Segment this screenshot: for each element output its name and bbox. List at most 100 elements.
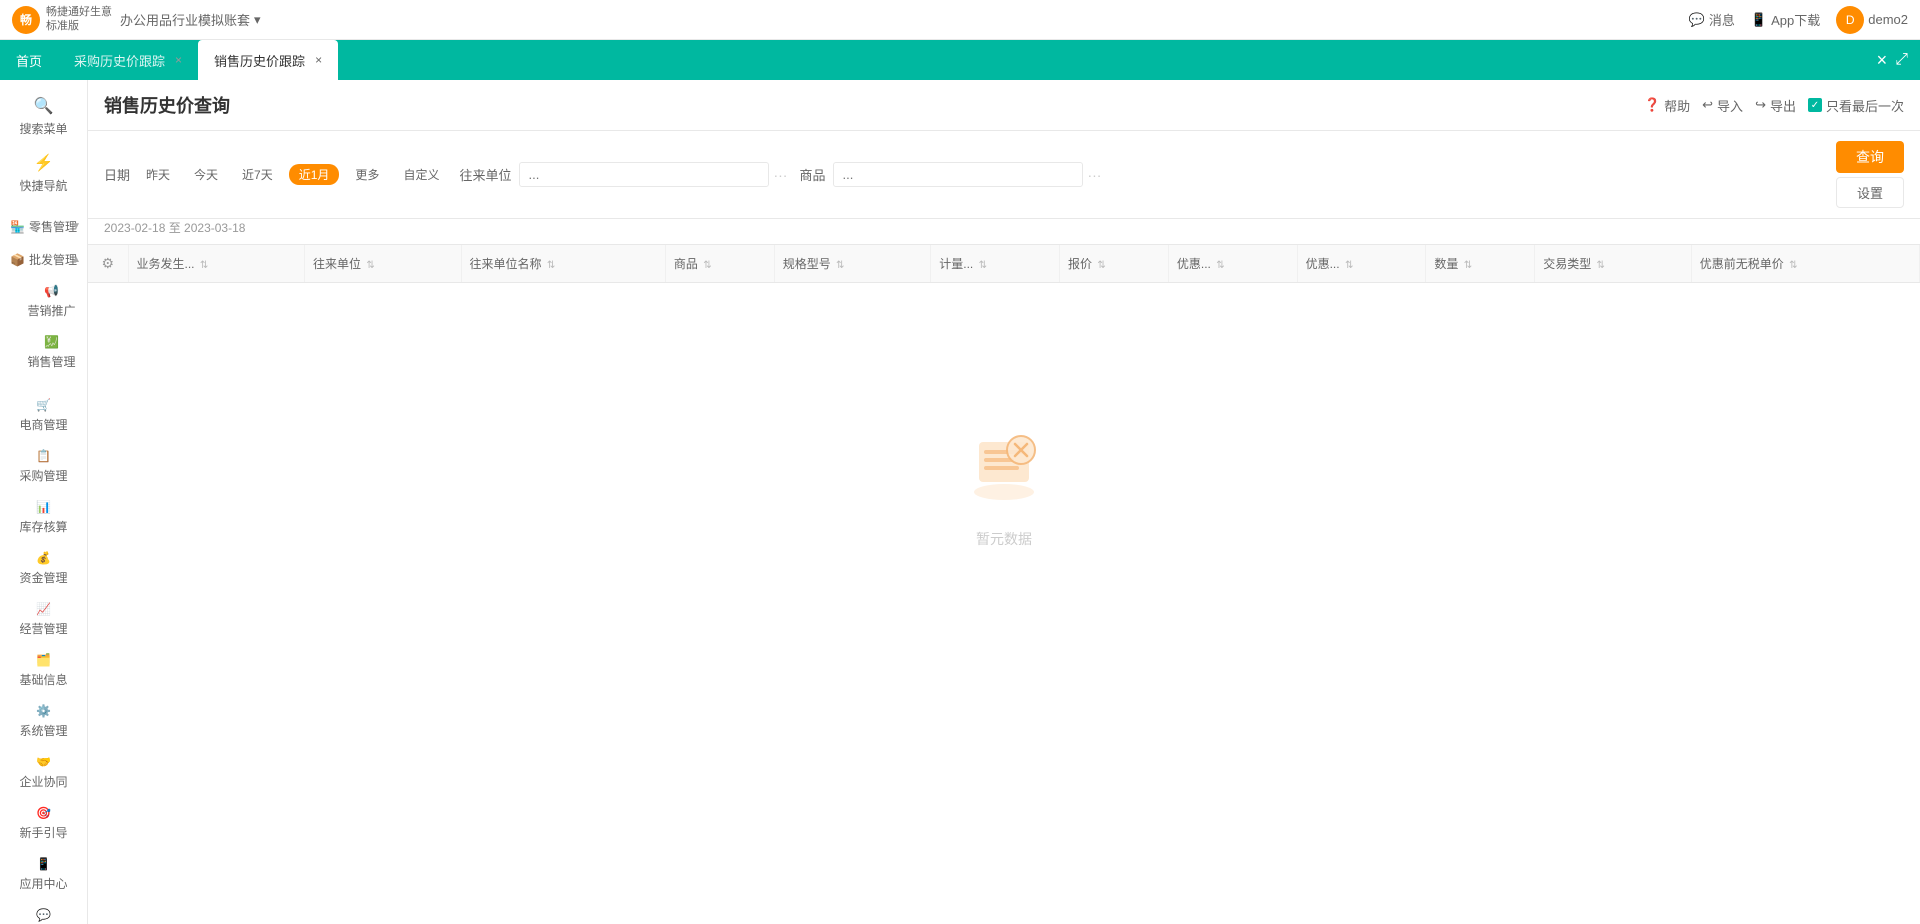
tab-home[interactable]: 首页 <box>0 40 58 80</box>
sort-icon-goods: ⇅ <box>703 260 711 271</box>
sort-icon-qty: ⇅ <box>1464 260 1472 271</box>
th-discount2[interactable]: 优惠... ⇅ <box>1297 245 1426 283</box>
th-trade-type[interactable]: 交易类型 ⇅ <box>1535 245 1692 283</box>
table-header-row: ⚙ 业务发生... ⇅ 往来单位 ⇅ 往来单位名称 ⇅ <box>88 245 1920 283</box>
goods-label: 商品 <box>799 165 825 184</box>
tab-purchase-close-icon[interactable]: × <box>175 53 182 67</box>
sidebar-item-ecommerce[interactable]: 🛒 电商管理 <box>0 390 87 441</box>
goods-dots-icon[interactable]: ··· <box>1087 167 1101 183</box>
close-window-icon[interactable]: × <box>1877 50 1888 71</box>
sidebar-item-basic-info[interactable]: 🗂️ 基础信息 <box>0 645 87 696</box>
th-qty-label: 数量 <box>1434 257 1458 271</box>
message-btn[interactable]: 💬 消息 <box>1689 10 1735 29</box>
page-title-row: 销售历史价查询 ❓ 帮助 ↩ 导入 ↪ 导出 ✓ <box>104 92 1904 118</box>
gear-icon[interactable]: ⚙ <box>101 255 114 271</box>
help-icon: ❓ <box>1644 97 1660 113</box>
sidebar-item-wholesale-label: 批发管理 <box>29 251 77 268</box>
goods-input[interactable] <box>833 162 1083 187</box>
export-icon: ↪ <box>1755 97 1766 113</box>
th-date[interactable]: 业务发生... ⇅ <box>128 245 304 283</box>
sidebar-item-inventory-label: 库存核算 <box>19 518 67 535</box>
page-title: 销售历史价查询 <box>104 92 230 118</box>
sidebar-item-sales-mgmt[interactable]: 💹 销售管理 <box>12 327 87 378</box>
sort-icon-discount2: ⇅ <box>1345 260 1353 271</box>
sidebar-item-retail[interactable]: 🏪 零售管理 ▼ <box>0 210 87 243</box>
sidebar-item-collab[interactable]: 🤝 企业协同 <box>0 747 87 798</box>
date-btn-more[interactable]: 更多 <box>347 164 387 185</box>
maximize-icon[interactable]: ⤢ <box>1895 51 1908 69</box>
submenu-marketing: 📢 营销推广 💹 销售管理 <box>0 276 87 382</box>
th-partner[interactable]: 往来单位 ⇅ <box>304 245 461 283</box>
sidebar-item-wholesale[interactable]: 📦 批发管理 ▲ <box>0 243 87 276</box>
empty-icon <box>954 417 1054 517</box>
partner-dots-icon[interactable]: ··· <box>773 167 787 183</box>
purchase-icon: 📋 <box>36 449 51 463</box>
sidebar-item-purchase[interactable]: 📋 采购管理 <box>0 441 87 492</box>
th-goods[interactable]: 商品 ⇅ <box>665 245 774 283</box>
date-btn-today[interactable]: 今天 <box>186 164 226 185</box>
sidebar-item-search-label: 搜索菜单 <box>19 120 67 137</box>
logo-area: 畅 畅捷通好生意 标准版 <box>12 6 112 34</box>
sidebar-item-nav-label: 快捷导航 <box>19 177 67 194</box>
th-unit[interactable]: 计量... ⇅ <box>931 245 1060 283</box>
basic-info-icon: 🗂️ <box>36 653 51 667</box>
message-icon: 💬 <box>1689 12 1705 28</box>
user-menu[interactable]: D demo2 <box>1836 6 1908 34</box>
help-btn[interactable]: ❓ 帮助 <box>1644 96 1690 115</box>
sidebar-item-operation[interactable]: 📈 经营管理 <box>0 594 87 645</box>
export-btn[interactable]: ↪ 导出 <box>1755 96 1796 115</box>
content-area: 销售历史价查询 ❓ 帮助 ↩ 导入 ↪ 导出 ✓ <box>88 80 1920 924</box>
sidebar-item-search[interactable]: 🔍 搜索菜单 <box>0 88 87 145</box>
date-btn-7days[interactable]: 近7天 <box>234 164 281 185</box>
sidebar-item-guide[interactable]: 🎯 新手引导 <box>0 798 87 849</box>
wholesale-icon: 📦 <box>10 253 25 267</box>
appstore-icon: 📱 <box>36 857 51 871</box>
sidebar-item-system[interactable]: ⚙️ 系统管理 <box>0 696 87 747</box>
sidebar-item-purchase-label: 采购管理 <box>19 467 67 484</box>
sidebar-item-finance[interactable]: 💰 资金管理 <box>0 543 87 594</box>
date-label: 日期 <box>104 165 130 184</box>
tab-sales-label: 销售历史价跟踪 <box>214 51 305 70</box>
th-discount1[interactable]: 优惠... ⇅ <box>1168 245 1297 283</box>
th-spec[interactable]: 规格型号 ⇅ <box>774 245 931 283</box>
setting-button[interactable]: 设置 <box>1836 177 1904 208</box>
th-qty[interactable]: 数量 ⇅ <box>1426 245 1535 283</box>
account-selector[interactable]: 办公用品行业模拟账套 ▾ <box>120 10 261 29</box>
logo-line2: 标准版 <box>46 20 112 33</box>
date-filter-group: 日期 昨天 今天 近7天 近1月 更多 自定义 <box>104 164 447 185</box>
sidebar-item-ecommerce-label: 电商管理 <box>19 416 67 433</box>
sidebar-item-marketing[interactable]: 📢 营销推广 <box>12 276 87 327</box>
th-price[interactable]: 报价 ⇅ <box>1060 245 1169 283</box>
only-last-checkbox[interactable]: ✓ <box>1808 98 1822 112</box>
tab-sales-history[interactable]: 销售历史价跟踪 × <box>198 40 338 80</box>
query-button[interactable]: 查询 <box>1836 141 1904 173</box>
th-partner-name[interactable]: 往来单位名称 ⇅ <box>461 245 665 283</box>
only-last-btn[interactable]: ✓ 只看最后一次 <box>1808 96 1904 115</box>
th-trade-type-label: 交易类型 <box>1543 257 1591 271</box>
top-bar-left: 畅 畅捷通好生意 标准版 办公用品行业模拟账套 ▾ <box>12 6 261 34</box>
main-layout: 🔍 搜索菜单 ⚡ 快捷导航 🏪 零售管理 ▼ 📦 批发管理 ▲ 📢 营销推广 💹… <box>0 80 1920 924</box>
goods-input-container: ··· <box>833 162 1101 187</box>
th-pre-discount-label: 优惠前无税单价 <box>1700 257 1784 271</box>
date-btn-custom[interactable]: 自定义 <box>395 164 447 185</box>
top-bar: 畅 畅捷通好生意 标准版 办公用品行业模拟账套 ▾ 💬 消息 📱 App下载 D… <box>0 0 1920 40</box>
sidebar-item-operation-label: 经营管理 <box>19 620 67 637</box>
tab-bar-actions: × ⤢ <box>1877 50 1920 71</box>
th-pre-discount-price[interactable]: 优惠前无税单价 ⇅ <box>1691 245 1919 283</box>
partner-filter-group: 往来单位 ··· <box>459 162 787 187</box>
export-label: 导出 <box>1770 96 1796 115</box>
date-btn-yesterday[interactable]: 昨天 <box>138 164 178 185</box>
tab-purchase-history[interactable]: 采购历史价跟踪 × <box>58 40 198 80</box>
partner-input[interactable] <box>519 162 769 187</box>
empty-illustration <box>959 422 1049 512</box>
app-download-btn[interactable]: 📱 App下载 <box>1751 10 1820 29</box>
sidebar-item-nav[interactable]: ⚡ 快捷导航 <box>0 145 87 202</box>
sidebar-item-inventory[interactable]: 📊 库存核算 <box>0 492 87 543</box>
import-btn[interactable]: ↩ 导入 <box>1702 96 1743 115</box>
tab-sales-close-icon[interactable]: × <box>315 53 322 67</box>
sidebar-item-weixin[interactable]: 💬 企业微信 <box>0 900 87 924</box>
sidebar-item-finance-label: 资金管理 <box>19 569 67 586</box>
date-btn-1month[interactable]: 近1月 <box>289 164 340 185</box>
logo-text: 畅捷通好生意 标准版 <box>46 6 112 32</box>
sidebar-item-appstore[interactable]: 📱 应用中心 <box>0 849 87 900</box>
